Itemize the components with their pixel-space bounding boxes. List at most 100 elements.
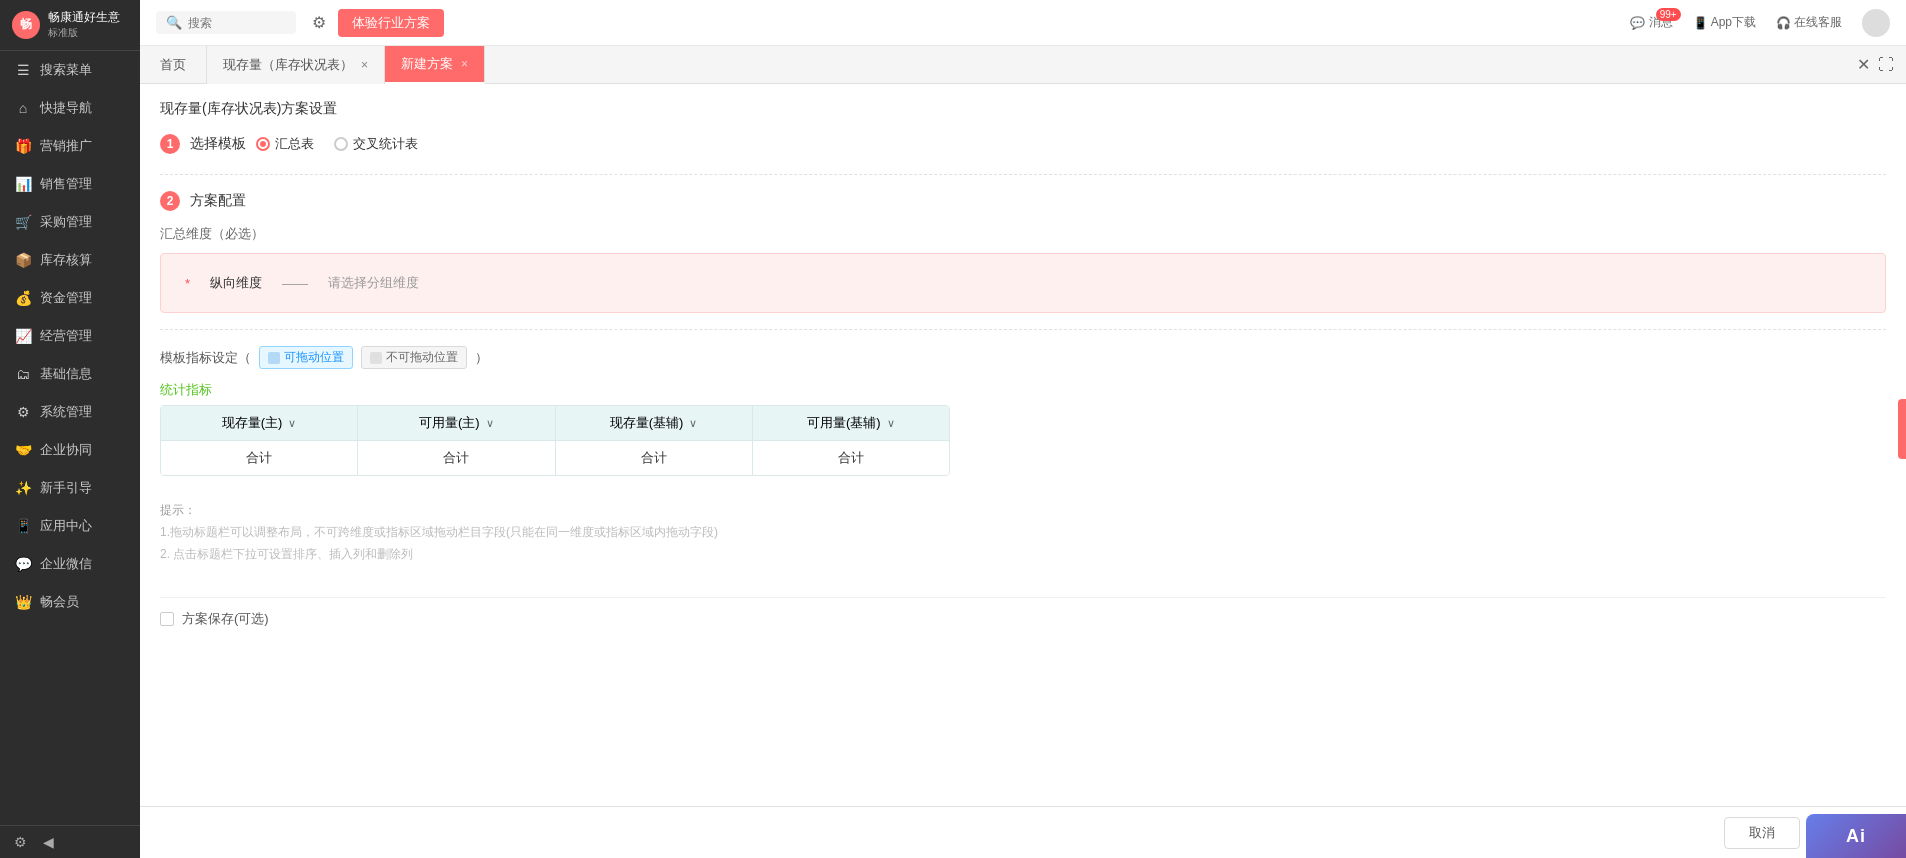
main-area: 🔍 ⚙ 体验行业方案 💬 消息 99+ 📱 App下载 🎧 在线客服 首页: [140, 0, 1906, 858]
tab-new-scheme-close[interactable]: ×: [461, 57, 468, 71]
user-avatar[interactable]: [1862, 9, 1890, 37]
sidebar-item-search-menu[interactable]: ☰ 搜索菜单: [0, 51, 140, 89]
col-header-2[interactable]: 可用量(主) ∨: [358, 406, 555, 440]
search-box[interactable]: 🔍: [156, 11, 296, 34]
col-header-3[interactable]: 现存量(基辅) ∨: [556, 406, 753, 440]
radio-summary-label: 汇总表: [275, 135, 314, 153]
draggable-swatch: [268, 352, 280, 364]
purchase-icon: 🛒: [14, 213, 32, 231]
sidebar-scroll: ☰ 搜索菜单 ⌂ 快捷导航 🎁 营销推广 📊 销售管理 🛒 采购管理 📦 库存核…: [0, 51, 140, 825]
indicator-settings-label: 模板指标设定（: [160, 349, 251, 367]
member-icon: 👑: [14, 593, 32, 611]
tab-close-all-icon[interactable]: ✕: [1857, 55, 1870, 74]
sidebar-item-wechat[interactable]: 💬 企业微信: [0, 545, 140, 583]
search-input[interactable]: [188, 16, 288, 30]
app-badge: 标准版: [48, 26, 120, 40]
search-menu-icon: ☰: [14, 61, 32, 79]
app-center-icon: 📱: [14, 517, 32, 535]
sidebar-item-label: 系统管理: [40, 403, 92, 421]
tab-new-scheme[interactable]: 新建方案 ×: [385, 46, 485, 84]
section1-num: 1: [160, 134, 180, 154]
tip-2: 2. 点击标题栏下拉可设置排序、插入列和删除列: [160, 545, 1886, 564]
col-header-1[interactable]: 现存量(主) ∨: [161, 406, 358, 440]
cell-3: 合计: [556, 441, 753, 475]
section2-header: 2 方案配置: [160, 191, 1886, 211]
section-scheme-config: 2 方案配置 汇总维度（必选） * 纵向维度 —— 请选择分组维度 模板指标设定…: [160, 191, 1886, 577]
sidebar-item-sales[interactable]: 📊 销售管理: [0, 165, 140, 203]
tab-inventory-status[interactable]: 现存量（库存状况表） ×: [207, 46, 385, 84]
app-download-button[interactable]: 📱 App下载: [1693, 14, 1756, 31]
tab-new-scheme-label: 新建方案: [401, 55, 453, 73]
radio-summary[interactable]: 汇总表: [256, 135, 314, 153]
sidebar-item-basic-info[interactable]: 🗂 基础信息: [0, 355, 140, 393]
radio-summary-circle: [256, 137, 270, 151]
section1-header: 1 选择模板 汇总表 交叉统计表: [160, 134, 1886, 154]
settings-icon[interactable]: ⚙: [14, 834, 27, 850]
dimension-box[interactable]: * 纵向维度 —— 请选择分组维度: [160, 253, 1886, 313]
sidebar-item-quick-nav[interactable]: ⌂ 快捷导航: [0, 89, 140, 127]
sidebar-item-label: 企业协同: [40, 441, 92, 459]
section2-num: 2: [160, 191, 180, 211]
sidebar-item-purchase[interactable]: 🛒 采购管理: [0, 203, 140, 241]
download-icon: 📱: [1693, 16, 1708, 30]
collapse-icon[interactable]: ◀: [43, 834, 54, 850]
sidebar-bottom: ⚙ ◀: [0, 825, 140, 858]
stats-table-body: 合计 合计 合计 合计: [161, 440, 949, 475]
section1-title: 选择模板: [190, 135, 246, 153]
save-checkbox[interactable]: [160, 612, 174, 626]
sales-icon: 📊: [14, 175, 32, 193]
sidebar-item-operations[interactable]: 📈 经营管理: [0, 317, 140, 355]
col2-chevron-icon: ∨: [486, 417, 494, 430]
sidebar-item-enterprise[interactable]: 🤝 企业协同: [0, 431, 140, 469]
topbar: 🔍 ⚙ 体验行业方案 💬 消息 99+ 📱 App下载 🎧 在线客服: [140, 0, 1906, 46]
message-button[interactable]: 💬 消息 99+: [1630, 14, 1673, 31]
tab-inventory-close[interactable]: ×: [361, 58, 368, 72]
save-label: 方案保存(可选): [182, 610, 269, 628]
radio-cross[interactable]: 交叉统计表: [334, 135, 418, 153]
tab-expand-icon[interactable]: ⛶: [1878, 56, 1894, 74]
sidebar-item-label: 销售管理: [40, 175, 92, 193]
headset-icon: 🎧: [1776, 16, 1791, 30]
dimension-placeholder: 请选择分组维度: [328, 274, 419, 292]
dimension-field-label: 纵向维度: [210, 274, 262, 292]
tip-1: 1.拖动标题栏可以调整布局，不可跨维度或指标区域拖动栏目字段(只能在同一维度或指…: [160, 523, 1886, 542]
required-mark: *: [185, 276, 190, 291]
draggable-label: 可拖动位置: [259, 346, 353, 369]
radio-cross-circle: [334, 137, 348, 151]
content-inner: 现存量(库存状况表)方案设置 1 选择模板 汇总表: [140, 84, 1906, 806]
sidebar-item-inventory[interactable]: 📦 库存核算: [0, 241, 140, 279]
search-icon: 🔍: [166, 15, 182, 30]
trial-button[interactable]: 体验行业方案: [338, 9, 444, 37]
tab-home[interactable]: 首页: [140, 46, 207, 84]
sidebar-item-marketing[interactable]: 🎁 营销推广: [0, 127, 140, 165]
save-row: 方案保存(可选): [160, 597, 1886, 640]
col4-chevron-icon: ∨: [887, 417, 895, 430]
message-badge: 99+: [1656, 8, 1681, 21]
gear-icon[interactable]: ⚙: [312, 13, 326, 32]
sidebar-item-new-guide[interactable]: ✨ 新手引导: [0, 469, 140, 507]
section2-title: 方案配置: [190, 192, 246, 210]
sidebar-item-label: 畅会员: [40, 593, 79, 611]
sidebar-item-app-center[interactable]: 📱 应用中心: [0, 507, 140, 545]
app-name: 畅康通好生意: [48, 10, 120, 26]
online-service-button[interactable]: 🎧 在线客服: [1776, 14, 1842, 31]
sidebar-item-label: 新手引导: [40, 479, 92, 497]
stats-label: 统计指标: [160, 381, 1886, 399]
cancel-button[interactable]: 取消: [1724, 817, 1800, 849]
stats-table: 现存量(主) ∨ 可用量(主) ∨ 现存量(基辅: [160, 405, 950, 476]
sidebar-item-system[interactable]: ⚙ 系统管理: [0, 393, 140, 431]
new-guide-icon: ✨: [14, 479, 32, 497]
radio-cross-label: 交叉统计表: [353, 135, 418, 153]
sidebar: 畅 畅康通好生意 标准版 ☰ 搜索菜单 ⌂ 快捷导航 🎁 营销推广 📊 销售管理…: [0, 0, 140, 858]
sidebar-item-label: 经营管理: [40, 327, 92, 345]
non-draggable-swatch: [370, 352, 382, 364]
ai-badge[interactable]: Ai: [1806, 814, 1906, 858]
sidebar-item-finance[interactable]: 💰 资金管理: [0, 279, 140, 317]
sidebar-item-label: 营销推广: [40, 137, 92, 155]
scroll-indicator: [1898, 399, 1906, 459]
col-header-4[interactable]: 可用量(基辅) ∨: [753, 406, 949, 440]
non-draggable-label: 不可拖动位置: [361, 346, 467, 369]
sidebar-item-member[interactable]: 👑 畅会员: [0, 583, 140, 621]
topbar-right: 💬 消息 99+ 📱 App下载 🎧 在线客服: [1630, 9, 1890, 37]
radio-summary-dot: [260, 141, 266, 147]
